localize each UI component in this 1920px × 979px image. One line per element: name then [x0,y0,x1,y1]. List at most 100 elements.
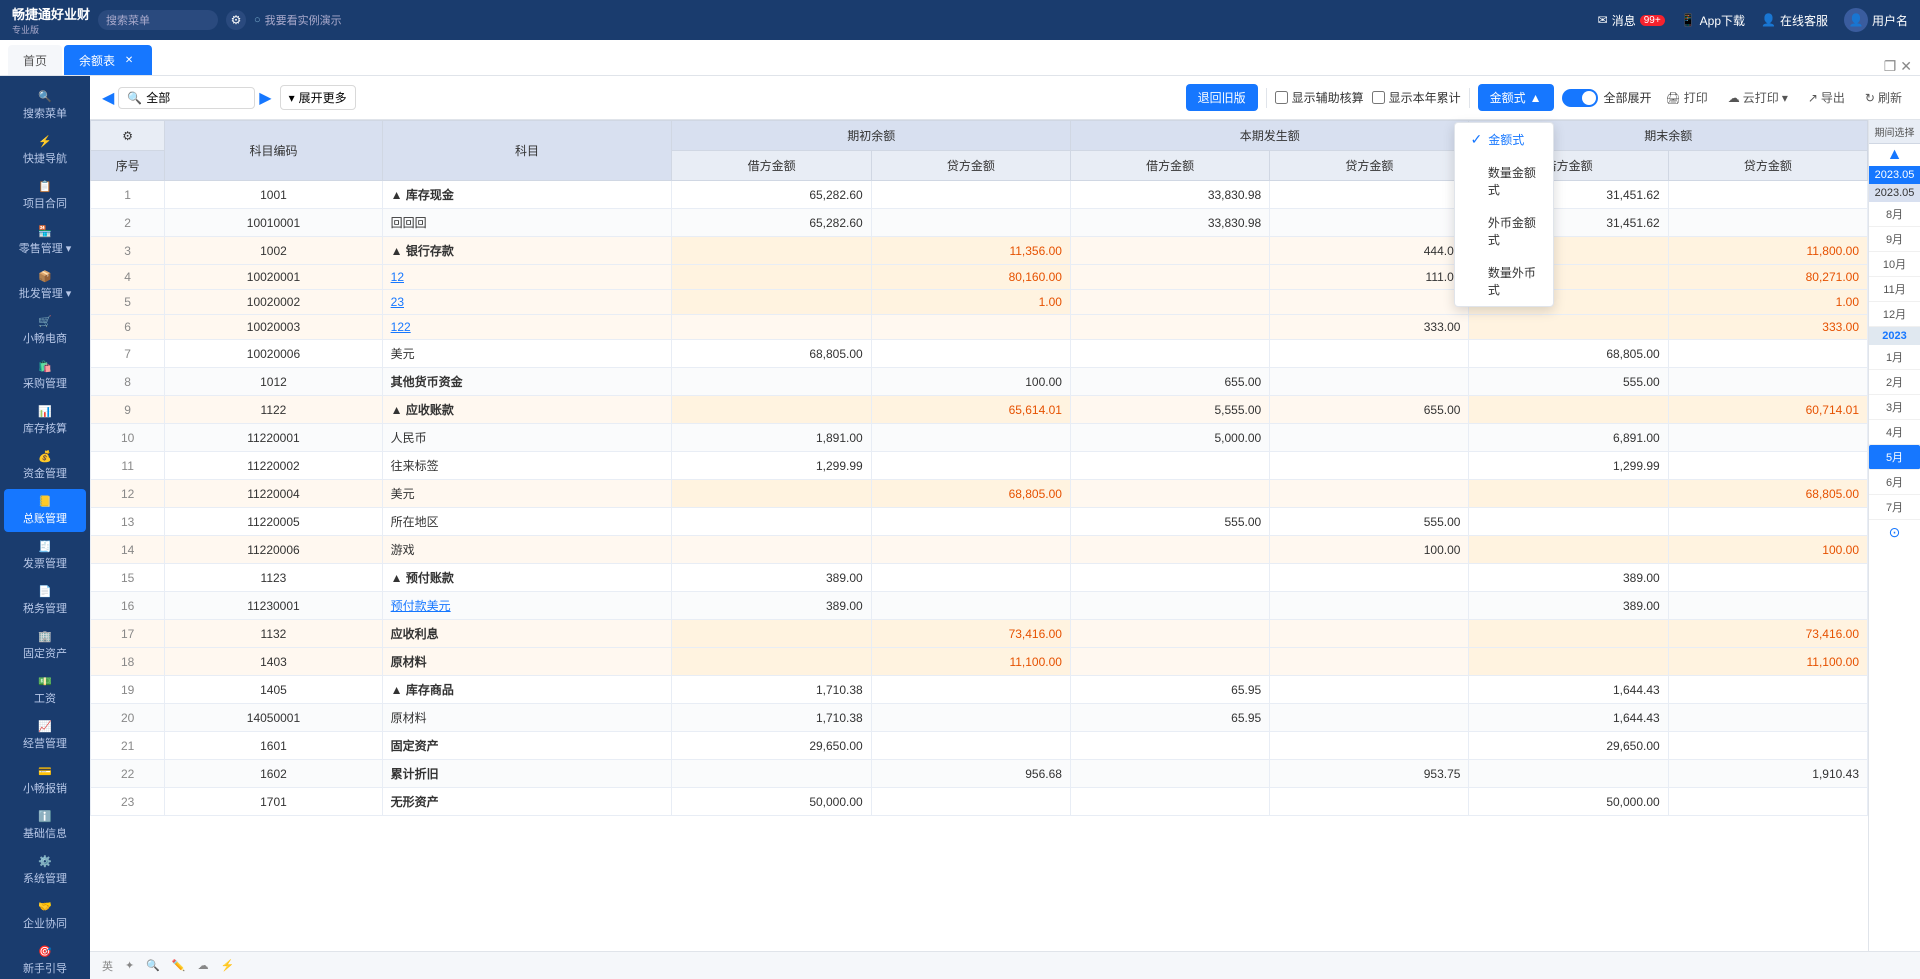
cell-subject[interactable]: ▲ 银行存款 [382,237,672,265]
period-7[interactable]: 7月 [1869,495,1920,520]
period-1[interactable]: 1月 [1869,345,1920,370]
mode-option-amount[interactable]: ✓ 金额式 [1455,123,1553,156]
sidebar-item-assets[interactable]: 🏢 固定资产 [4,624,86,667]
period-8[interactable]: 8月 [1869,202,1920,227]
period-collapse-btn[interactable]: ⊙ [1869,520,1920,545]
subject-text[interactable]: 其他货币资金 [391,375,463,389]
sidebar-quicknav[interactable]: ⚡ 快捷导航 [4,129,86,172]
sidebar-item-retail[interactable]: 🏪 零售管理 ▾ [4,219,86,262]
subject-text[interactable]: 122 [391,320,411,334]
table-row[interactable]: 11 11220002 往来标签 1,299.99 1,299.99 [91,452,1868,480]
sidebar-item-funds[interactable]: 💰 资金管理 [4,444,86,487]
th-settings[interactable]: ⚙ [91,121,165,151]
download-btn[interactable]: 📱 App下载 [1681,12,1745,29]
subject-text[interactable]: 应收利息 [391,627,439,641]
aux-checkbox-input[interactable] [1275,91,1288,104]
back-old-version-btn[interactable]: 退回旧版 [1186,84,1258,111]
period-3[interactable]: 3月 [1869,395,1920,420]
sidebar-item-invoice[interactable]: 🧾 发票管理 [4,534,86,577]
period-10[interactable]: 10月 [1869,252,1920,277]
sidebar-search[interactable]: 🔍 搜索菜单 [4,84,86,127]
table-row[interactable]: 15 1123 ▲ 预付账款 389.00 389.00 [91,564,1868,592]
table-row[interactable]: 20 14050001 原材料 1,710.38 65.95 1,644.43 [91,704,1868,732]
table-row[interactable]: 18 1403 原材料 11,100.00 11,100.00 [91,648,1868,676]
cell-subject[interactable]: 23 [382,290,672,315]
table-row[interactable]: 21 1601 固定资产 29,650.00 29,650.00 [91,732,1868,760]
cell-subject[interactable]: ▲ 库存商品 [382,676,672,704]
sidebar-item-ledger[interactable]: 📒 总账管理 [4,489,86,532]
refresh-btn[interactable]: ↻ 刷新 [1859,85,1908,110]
account-search-input[interactable] [146,91,246,105]
status-bolt[interactable]: ⚡ [221,959,235,972]
table-row[interactable]: 13 11220005 所在地区 555.00 555.00 [91,508,1868,536]
sidebar-item-project[interactable]: 📋 项目合同 [4,174,86,217]
tab-balance-close[interactable]: ✕ [121,53,137,69]
mode-dropdown-btn[interactable]: 金额式 ▲ [1478,84,1554,111]
table-row[interactable]: 14 11220006 游戏 100.00 100.00 [91,536,1868,564]
table-row[interactable]: 10 11220001 人民币 1,891.00 5,000.00 6,891.… [91,424,1868,452]
cell-subject[interactable]: 累计折旧 [382,760,672,788]
mode-option-qty-amount[interactable]: 数量金额式 [1455,156,1553,206]
period-6[interactable]: 6月 [1869,470,1920,495]
table-row[interactable]: 1 1001 ▲ 库存现金 65,282.60 33,830.98 31,451… [91,181,1868,209]
sidebar-item-basic[interactable]: ℹ️ 基础信息 [4,804,86,847]
cell-subject[interactable]: ▲ 预付账款 [382,564,672,592]
subject-text[interactable]: 12 [391,270,404,284]
tab-balance[interactable]: 余额表 ✕ [64,45,152,75]
mode-option-qty-foreign[interactable]: 数量外币式 [1455,256,1553,306]
show-ytd-checkbox[interactable]: 显示本年累计 [1372,89,1461,106]
period-nav-up[interactable]: ▲ [1869,144,1920,166]
status-cloud[interactable]: ☁ [198,959,209,972]
service-btn[interactable]: 👤 在线客服 [1761,12,1828,29]
table-row[interactable]: 16 11230001 预付款美元 389.00 389.00 [91,592,1868,620]
cell-subject[interactable]: 应收利息 [382,620,672,648]
table-row[interactable]: 23 1701 无形资产 50,000.00 50,000.00 [91,788,1868,816]
status-edit[interactable]: ✏️ [172,959,186,972]
expand-more-btn[interactable]: ▾ 展开更多 [280,85,356,110]
toggle-switch[interactable] [1562,89,1598,107]
cell-subject[interactable]: 12 [382,265,672,290]
top-search-box[interactable]: 搜索菜单 [98,10,218,30]
cell-subject[interactable]: 122 [382,315,672,340]
sidebar-item-operations[interactable]: 📈 经营管理 [4,714,86,757]
window-close-icon[interactable]: ✕ [1900,58,1912,75]
nav-next-icon[interactable]: ▶ [259,88,271,108]
window-restore-icon[interactable]: ❐ [1884,58,1897,75]
expand-all-toggle[interactable]: 全部展开 [1562,89,1652,107]
sidebar-item-system[interactable]: ⚙️ 系统管理 [4,849,86,892]
table-row[interactable]: 12 11220004 美元 68,805.00 68,805.00 [91,480,1868,508]
cloud-print-btn[interactable]: ☁ 云打印 ▾ [1722,85,1794,110]
table-row[interactable]: 9 1122 ▲ 应收账款 65,614.01 5,555.00 655.00 … [91,396,1868,424]
sidebar-item-wholesale[interactable]: 📦 批发管理 ▾ [4,264,86,307]
table-row[interactable]: 4 10020001 12 80,160.00 111.00 80,271.00 [91,265,1868,290]
cell-subject[interactable]: 固定资产 [382,732,672,760]
period-4[interactable]: 4月 [1869,420,1920,445]
status-lang[interactable]: 英 [102,958,113,974]
cell-subject[interactable]: ▲ 应收账款 [382,396,672,424]
subject-text[interactable]: 预付款美元 [391,599,451,613]
user-avatar[interactable]: 👤 用户名 [1844,8,1908,32]
table-row[interactable]: 17 1132 应收利息 73,416.00 73,416.00 [91,620,1868,648]
table-row[interactable]: 7 10020006 美元 68,805.00 68,805.00 [91,340,1868,368]
table-row[interactable]: 22 1602 累计折旧 956.68 953.75 1,910.43 [91,760,1868,788]
table-row[interactable]: 6 10020003 122 333.00 333.00 [91,315,1868,340]
status-star[interactable]: ✦ [125,959,134,972]
sidebar-item-inventory[interactable]: 📊 库存核算 [4,399,86,442]
period-9[interactable]: 9月 [1869,227,1920,252]
demo-link[interactable]: ○ 我要看实例演示 [254,12,342,28]
tab-home[interactable]: 首页 [8,45,62,75]
period-11[interactable]: 11月 [1869,277,1920,302]
sidebar-item-salary[interactable]: 💵 工资 [4,669,86,712]
table-row[interactable]: 8 1012 其他货币资金 100.00 655.00 555.00 [91,368,1868,396]
sidebar-item-cooperation[interactable]: 🤝 企业协同 [4,894,86,937]
subject-text[interactable]: 累计折旧 [391,767,439,781]
sidebar-item-purchase[interactable]: 🛍️ 采购管理 [4,354,86,397]
sidebar-item-ecommerce[interactable]: 🛒 小畅电商 [4,309,86,352]
mode-option-foreign-amount[interactable]: 外币金额式 [1455,206,1553,256]
sidebar-item-report[interactable]: 💳 小畅报销 [4,759,86,802]
cell-subject[interactable]: 其他货币资金 [382,368,672,396]
subject-text[interactable]: 原材料 [391,655,427,669]
table-row[interactable]: 3 1002 ▲ 银行存款 11,356.00 444.00 11,800.00 [91,237,1868,265]
subject-text[interactable]: 无形资产 [391,795,439,809]
subject-text[interactable]: 固定资产 [391,739,439,753]
